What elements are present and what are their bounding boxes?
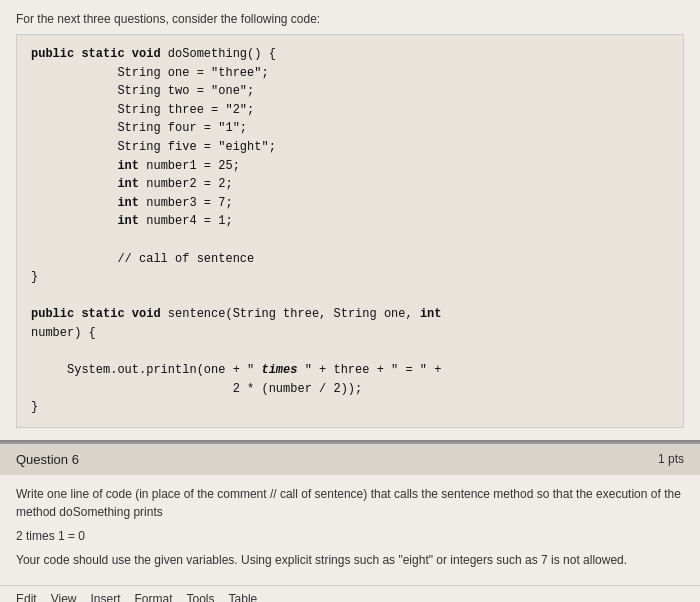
question-output: 2 times 1 = 0 xyxy=(16,527,684,545)
intro-text: For the next three questions, consider t… xyxy=(16,12,684,26)
question-number: Question 6 xyxy=(16,452,79,467)
menu-edit[interactable]: Edit xyxy=(16,592,37,602)
menu-view[interactable]: View xyxy=(51,592,77,602)
question-body: Write one line of code (in place of the … xyxy=(0,475,700,585)
menu-bar: Edit View Insert Format Tools Table xyxy=(16,592,684,602)
menu-table[interactable]: Table xyxy=(229,592,258,602)
menu-tools[interactable]: Tools xyxy=(187,592,215,602)
question-description: Write one line of code (in place of the … xyxy=(16,485,684,521)
menu-format[interactable]: Format xyxy=(135,592,173,602)
pts-label: 1 pts xyxy=(658,452,684,466)
toolbar-area: Edit View Insert Format Tools Table 12pt… xyxy=(0,585,700,602)
question-header: Question 6 1 pts xyxy=(0,442,700,475)
code-block: public static void doSomething() { Strin… xyxy=(16,34,684,428)
question-note: Your code should use the given variables… xyxy=(16,551,684,569)
menu-insert[interactable]: Insert xyxy=(90,592,120,602)
